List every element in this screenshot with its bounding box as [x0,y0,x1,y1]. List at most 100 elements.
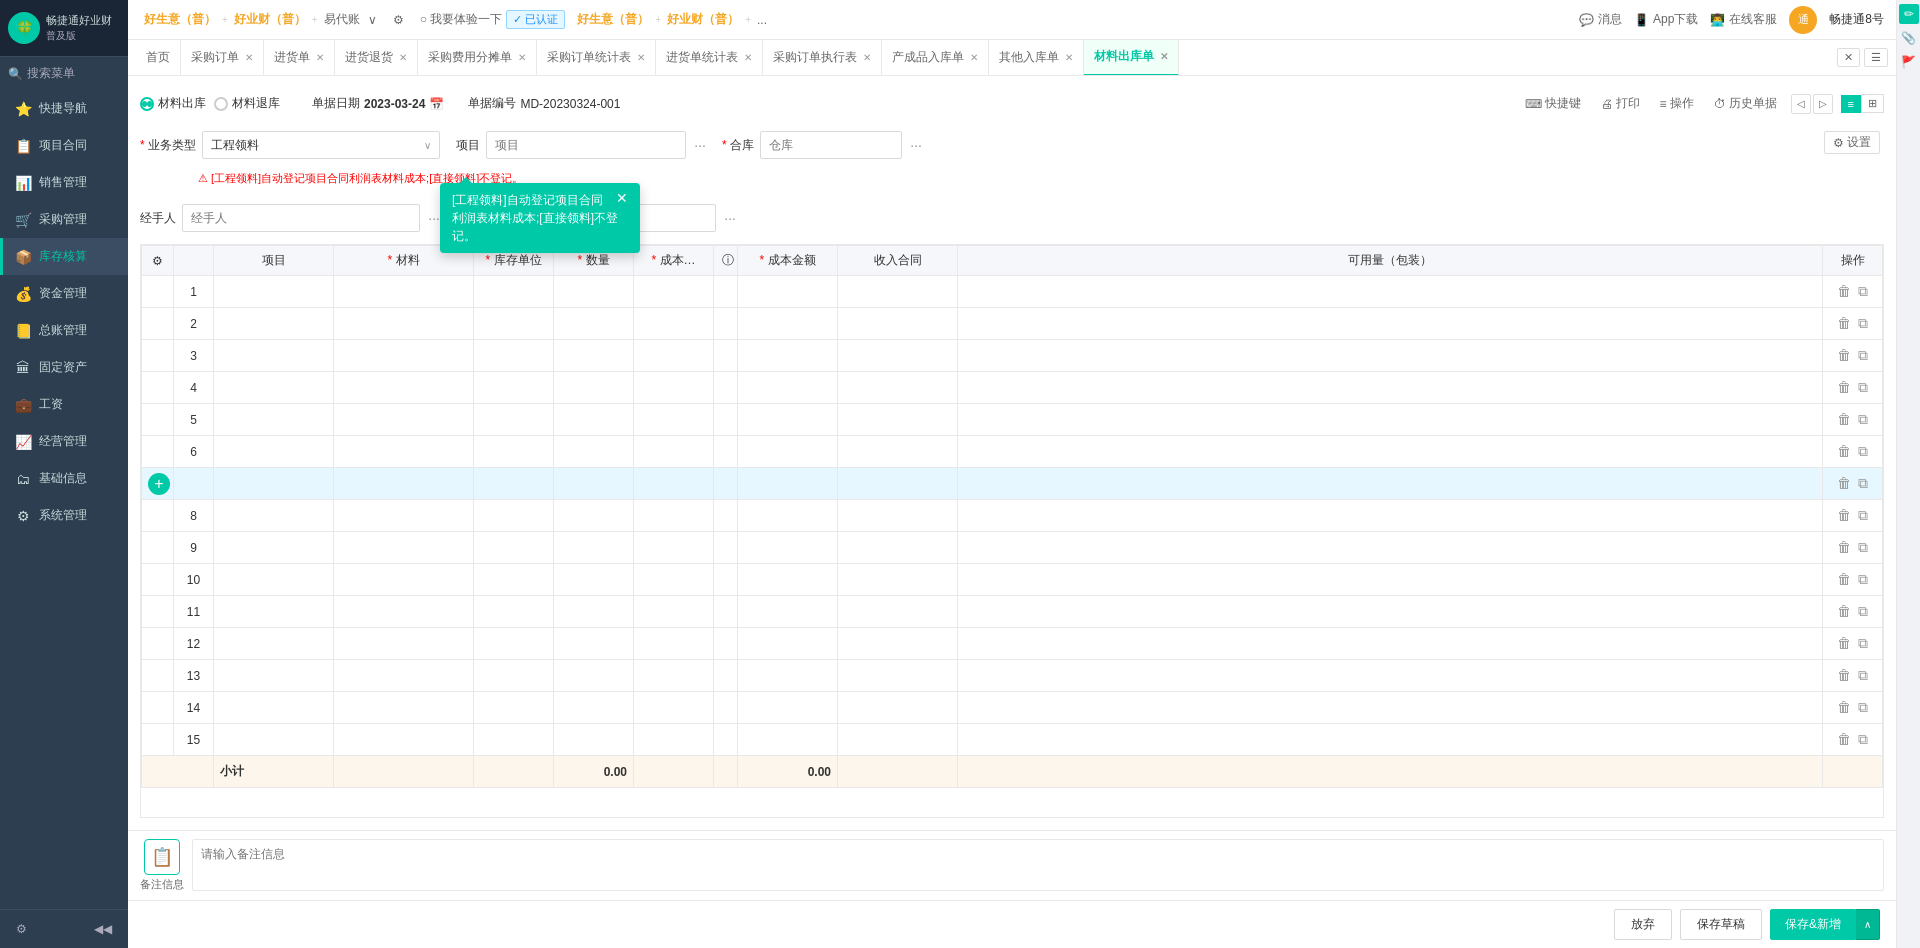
cost-price-cell[interactable] [634,692,714,724]
cost-amount-cell[interactable] [738,660,838,692]
project-cell[interactable] [214,564,334,596]
topbar-experience[interactable]: ○ 我要体验一下 [416,11,507,28]
quantity-cell[interactable] [554,628,634,660]
operation-btn[interactable]: ≡ 操作 [1654,92,1700,115]
delete-row-btn[interactable]: 🗑 [1835,281,1853,301]
delete-row-btn[interactable]: 🗑 [1835,633,1853,653]
available-qty-cell[interactable] [958,468,1823,500]
available-qty-cell[interactable] [958,308,1823,340]
project-cell[interactable] [214,724,334,756]
cost-amount-cell[interactable] [738,532,838,564]
material-cell[interactable] [334,692,474,724]
income-contract-cell[interactable] [838,436,958,468]
print-btn[interactable]: 🖨 打印 [1595,92,1646,115]
available-qty-cell[interactable] [958,724,1823,756]
quantity-cell[interactable] [554,276,634,308]
sidebar-item-accounting[interactable]: 📒 总账管理 [0,312,128,349]
handler-dots[interactable]: ··· [428,210,440,226]
copy-row-btn[interactable]: ⧉ [1856,281,1870,302]
tooltip-close-btn[interactable]: ✕ [616,191,628,205]
income-contract-cell[interactable] [838,468,958,500]
delete-row-btn[interactable]: 🗑 [1835,729,1853,749]
delete-row-btn[interactable]: 🗑 [1835,313,1853,333]
shortcut-btn[interactable]: ⌨ 快捷键 [1519,92,1587,115]
cost-amount-cell[interactable] [738,724,838,756]
material-cell[interactable] [334,340,474,372]
stock-unit-cell[interactable] [474,308,554,340]
tab-incoming-stat[interactable]: 进货单统计表✕ [656,40,763,76]
available-qty-cell[interactable] [958,500,1823,532]
business-type-select[interactable]: 工程领料 ∨ [202,131,440,159]
available-qty-cell[interactable] [958,564,1823,596]
right-tool-edit[interactable]: ✏ [1899,4,1919,24]
quantity-cell[interactable] [554,692,634,724]
delete-row-btn[interactable]: 🗑 [1835,601,1853,621]
col-settings[interactable]: ⚙ [142,246,174,276]
view-card-btn[interactable]: ⊞ [1861,94,1884,113]
tab-home[interactable]: 首页 [136,40,181,76]
copy-row-btn[interactable]: ⧉ [1856,537,1870,558]
stock-unit-cell[interactable] [474,276,554,308]
income-contract-cell[interactable] [838,372,958,404]
cost-price-cell[interactable] [634,468,714,500]
stock-unit-cell[interactable] [474,564,554,596]
material-cell[interactable] [334,468,474,500]
material-cell[interactable] [334,404,474,436]
sidebar-item-sales[interactable]: 📊 销售管理 [0,164,128,201]
copy-row-btn[interactable]: ⧉ [1856,665,1870,686]
discard-button[interactable]: 放弃 [1614,909,1672,940]
copy-row-btn[interactable]: ⧉ [1856,601,1870,622]
copy-row-btn[interactable]: ⧉ [1856,473,1870,494]
warehouse-dots[interactable]: ··· [910,137,922,153]
delete-row-btn[interactable]: 🗑 [1835,473,1853,493]
tab-other-in[interactable]: 其他入库单✕ [989,40,1084,76]
quantity-cell[interactable] [554,404,634,436]
stock-unit-cell[interactable] [474,340,554,372]
income-contract-cell[interactable] [838,596,958,628]
available-qty-cell[interactable] [958,532,1823,564]
save-new-arrow[interactable]: ∧ [1856,909,1880,940]
cost-amount-cell[interactable] [738,436,838,468]
tab-purchase-exec[interactable]: 采购订单执行表✕ [763,40,882,76]
project-cell[interactable] [214,436,334,468]
income-contract-cell[interactable] [838,724,958,756]
available-qty-cell[interactable] [958,628,1823,660]
right-tool-attach[interactable]: 📎 [1899,28,1919,48]
sidebar-item-project[interactable]: 📋 项目合同 [0,127,128,164]
quantity-cell[interactable] [554,372,634,404]
sidebar-item-payroll[interactable]: 💼 工资 [0,386,128,423]
topbar-appdownload[interactable]: 📱 App下载 [1634,11,1698,28]
settings-btn[interactable]: ⚙ [8,918,35,940]
project-cell[interactable] [214,596,334,628]
material-cell[interactable] [334,532,474,564]
material-cell[interactable] [334,372,474,404]
available-qty-cell[interactable] [958,596,1823,628]
cost-price-cell[interactable] [634,724,714,756]
income-contract-cell[interactable] [838,308,958,340]
copy-row-btn[interactable]: ⧉ [1856,345,1870,366]
tab-close-other-in[interactable]: ✕ [1065,52,1073,63]
cost-amount-cell[interactable] [738,372,838,404]
project-cell[interactable] [214,628,334,660]
copy-row-btn[interactable]: ⧉ [1856,409,1870,430]
topbar-more[interactable]: ... [753,13,771,27]
tab-close-purchase-order[interactable]: ✕ [245,52,253,63]
tab-purchase-stat[interactable]: 采购订单统计表✕ [537,40,656,76]
cost-price-cell[interactable] [634,500,714,532]
radio-material-return[interactable]: 材料退库 [214,95,280,112]
project-input[interactable] [486,131,686,159]
cost-price-cell[interactable] [634,564,714,596]
income-contract-cell[interactable] [838,276,958,308]
material-cell[interactable] [334,308,474,340]
stock-unit-cell[interactable] [474,532,554,564]
project-cell[interactable] [214,692,334,724]
sidebar-item-assets[interactable]: 🏛 固定资产 [0,349,128,386]
tab-incoming-return[interactable]: 进货退货✕ [335,40,418,76]
handler-input[interactable] [182,204,420,232]
quantity-cell[interactable] [554,532,634,564]
tab-purchase-order[interactable]: 采购订单✕ [181,40,264,76]
topbar-support[interactable]: 👨‍💻 在线客服 [1710,11,1777,28]
quantity-cell[interactable] [554,436,634,468]
delete-row-btn[interactable]: 🗑 [1835,537,1853,557]
copy-row-btn[interactable]: ⧉ [1856,697,1870,718]
